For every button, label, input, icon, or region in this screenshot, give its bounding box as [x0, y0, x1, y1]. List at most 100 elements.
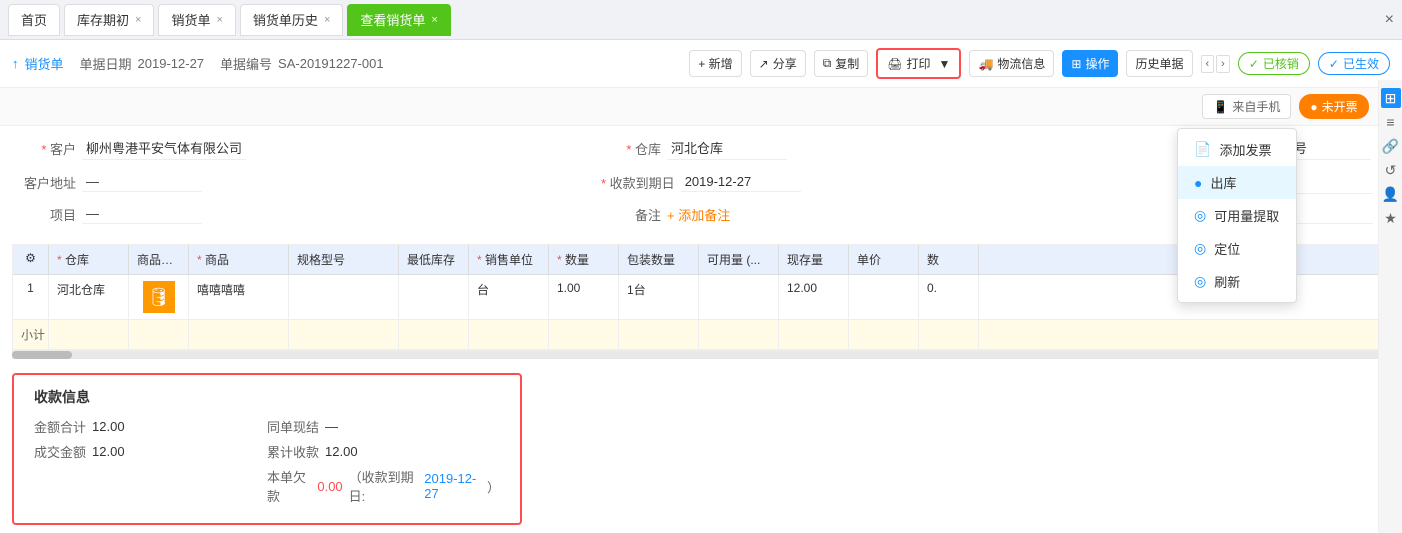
- col-header-spec: 规格型号: [289, 245, 399, 274]
- tab-sales-order-close[interactable]: ×: [216, 14, 222, 26]
- subtotal-image: [129, 320, 189, 349]
- star-icon[interactable]: ★: [1381, 208, 1401, 228]
- outbound-icon: ●: [1194, 175, 1202, 191]
- tab-home[interactable]: 首页: [8, 4, 60, 36]
- due-note-end: ）: [487, 477, 500, 496]
- dropdown-add-invoice[interactable]: 📄 添加发票: [1178, 133, 1296, 166]
- operations-button[interactable]: ⊞ 操作: [1062, 50, 1118, 77]
- add-note-button[interactable]: 添加备注: [667, 205, 730, 224]
- window-close-button[interactable]: ×: [1385, 11, 1394, 29]
- list-view-icon[interactable]: ≡: [1381, 112, 1401, 132]
- right-panel: ⊞ ≡ 🔗 ↺ 👤 ★ ⤢: [1378, 80, 1402, 533]
- already-sold-button[interactable]: ✓ 已核销: [1238, 52, 1310, 75]
- tab-inventory-init[interactable]: 库存期初 ×: [64, 4, 154, 36]
- from-phone-button[interactable]: 📱 来自手机: [1202, 94, 1291, 119]
- address-label: 客户地址: [16, 173, 76, 192]
- due-label: 本单欠款: [267, 467, 311, 505]
- tab-sales-order[interactable]: 销货单 ×: [158, 4, 235, 36]
- history-button[interactable]: 历史单据: [1126, 50, 1192, 77]
- col-header-amount: 数: [919, 245, 979, 274]
- next-button[interactable]: ›: [1216, 55, 1230, 73]
- date-value: 2019-12-27: [138, 56, 205, 71]
- print-dropdown-arrow[interactable]: ▼: [939, 57, 951, 71]
- date-label: 单据日期: [80, 54, 132, 73]
- row-amount: 0.: [919, 275, 979, 319]
- logistics-icon: 🚚: [978, 57, 993, 71]
- subtotal-qty: [549, 320, 619, 349]
- project-value: —: [82, 204, 202, 224]
- row-price: [849, 275, 919, 319]
- address-field: 客户地址 —: [16, 172, 601, 192]
- prev-button[interactable]: ‹: [1201, 55, 1215, 73]
- already-effect-button[interactable]: ✓ 已生效: [1318, 52, 1390, 75]
- toolbar: + 新增 ↗ 分享 ⧉ 复制 🖨 打印 ▼ 🚚: [689, 48, 1390, 79]
- payment-due-value[interactable]: 2019-12-27: [681, 172, 801, 192]
- row-warehouse[interactable]: 河北仓库: [49, 275, 129, 319]
- new-button[interactable]: + 新增: [689, 50, 741, 77]
- link-icon[interactable]: 🔗: [1381, 136, 1401, 156]
- payment-row-3: 本单欠款 0.00 （收款到期日: 2019-12-27 ）: [34, 467, 500, 505]
- number-value: SA-20191227-001: [278, 56, 384, 71]
- subtotal-minstock: [399, 320, 469, 349]
- horizontal-scrollbar[interactable]: [12, 351, 1390, 359]
- row-pack: 1台: [619, 275, 699, 319]
- print-icon: 🖨: [887, 57, 902, 71]
- tab-sales-order-label: 销货单: [171, 10, 210, 29]
- customer-value[interactable]: 柳州粤港平安气体有限公司: [82, 136, 246, 160]
- row-product[interactable]: 嘻嘻嘻嘻: [189, 275, 289, 319]
- add-invoice-label: 添加发票: [1219, 140, 1271, 159]
- col-header-product: * 商品: [189, 245, 289, 274]
- note-field: 备注 添加备注: [601, 205, 1186, 224]
- not-opened-button[interactable]: ● 未开票: [1299, 94, 1368, 119]
- dropdown-outbound[interactable]: ● 出库: [1178, 166, 1296, 199]
- doc-meta: 单据日期 2019-12-27 单据编号 SA-20191227-001: [80, 54, 384, 73]
- copy-icon: ⧉: [823, 56, 832, 71]
- sales-order-icon: ↑: [12, 56, 19, 71]
- total-value: 12.00: [92, 419, 125, 434]
- dropdown-refresh[interactable]: ◎ 刷新: [1178, 265, 1296, 298]
- due-col: 本单欠款 0.00 （收款到期日: 2019-12-27 ）: [267, 467, 500, 505]
- subtotal-unit: [469, 320, 549, 349]
- row-minstock: [399, 275, 469, 319]
- status-bar: 📱 来自手机 ● 未开票 ✓: [0, 88, 1402, 126]
- row-num: 1: [13, 275, 49, 319]
- nav-arrows: ‹ ›: [1201, 55, 1230, 73]
- warehouse-field: 仓库 河北仓库: [601, 136, 1186, 160]
- cumulative-value: 12.00: [325, 444, 358, 459]
- tab-view-sales-close[interactable]: ×: [431, 14, 437, 26]
- scroll-thumb[interactable]: [12, 351, 72, 359]
- logistics-button[interactable]: 🚚 物流信息: [969, 50, 1054, 77]
- refresh-label: 刷新: [1214, 272, 1240, 291]
- dropdown-locate[interactable]: ◎ 定位: [1178, 232, 1296, 265]
- available-qty-icon: ◎: [1194, 207, 1206, 224]
- col-header-pack: 包装数量: [619, 245, 699, 274]
- tab-inventory-init-close[interactable]: ×: [135, 14, 141, 26]
- subtotal-stock: [779, 320, 849, 349]
- col-header-settings[interactable]: ⚙: [13, 245, 49, 274]
- share-button[interactable]: ↗ 分享: [750, 50, 806, 77]
- project-label: 项目: [16, 205, 76, 224]
- effect-icon: ✓: [1329, 57, 1339, 71]
- cumulative-label: 累计收款: [267, 442, 319, 461]
- transaction-label: 成交金额: [34, 442, 86, 461]
- outbound-label: 出库: [1210, 173, 1236, 192]
- tab-view-sales[interactable]: 查看销货单 ×: [347, 4, 450, 36]
- grid-view-icon[interactable]: ⊞: [1381, 88, 1401, 108]
- col-header-stock: 现存量: [779, 245, 849, 274]
- subtotal-product: [189, 320, 289, 349]
- print-button[interactable]: 🖨 打印 ▼: [879, 51, 958, 76]
- tab-sales-history-close[interactable]: ×: [324, 14, 330, 26]
- payment-row-1: 金额合计 12.00 同单现结 —: [34, 417, 500, 436]
- warehouse-value[interactable]: 河北仓库: [667, 136, 787, 160]
- refresh-icon: ◎: [1194, 273, 1206, 290]
- user-icon[interactable]: 👤: [1381, 184, 1401, 204]
- dropdown-available-qty[interactable]: ◎ 可用量提取: [1178, 199, 1296, 232]
- refresh-panel-icon[interactable]: ↺: [1381, 160, 1401, 180]
- subtotal-label: 小计: [13, 320, 49, 349]
- same-order-col: 同单现结 —: [267, 417, 500, 436]
- copy-button[interactable]: ⧉ 复制: [814, 50, 869, 77]
- tab-sales-history[interactable]: 销货单历史 ×: [240, 4, 343, 36]
- product-image: 🛢: [143, 281, 175, 313]
- row-stock: 12.00: [779, 275, 849, 319]
- subtotal-pack: [619, 320, 699, 349]
